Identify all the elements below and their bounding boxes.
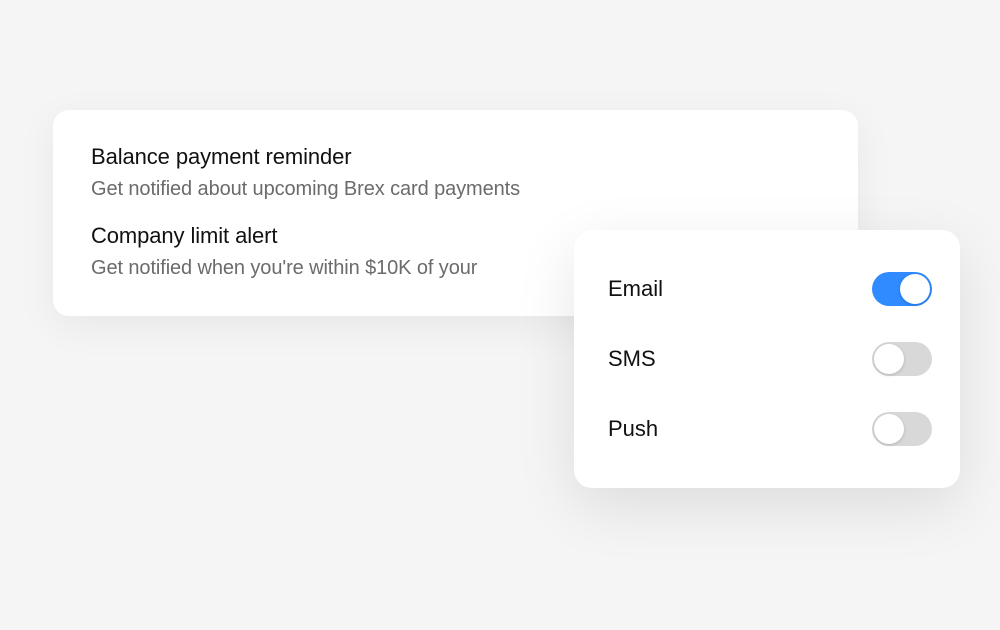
channel-row-push: Push xyxy=(608,394,932,464)
toggle-knob xyxy=(874,414,904,444)
setting-title: Balance payment reminder xyxy=(91,144,820,170)
toggle-knob xyxy=(874,344,904,374)
toggle-sms[interactable] xyxy=(872,342,932,376)
setting-item-balance-reminder: Balance payment reminder Get notified ab… xyxy=(91,144,820,201)
setting-description: Get notified about upcoming Brex card pa… xyxy=(91,178,820,201)
toggle-email[interactable] xyxy=(872,272,932,306)
channel-row-email: Email xyxy=(608,254,932,324)
channel-label: Push xyxy=(608,416,658,442)
channel-row-sms: SMS xyxy=(608,324,932,394)
toggle-push[interactable] xyxy=(872,412,932,446)
toggle-knob xyxy=(900,274,930,304)
notification-channels-popover: Email SMS Push xyxy=(574,230,960,488)
channel-label: SMS xyxy=(608,346,656,372)
channel-label: Email xyxy=(608,276,663,302)
